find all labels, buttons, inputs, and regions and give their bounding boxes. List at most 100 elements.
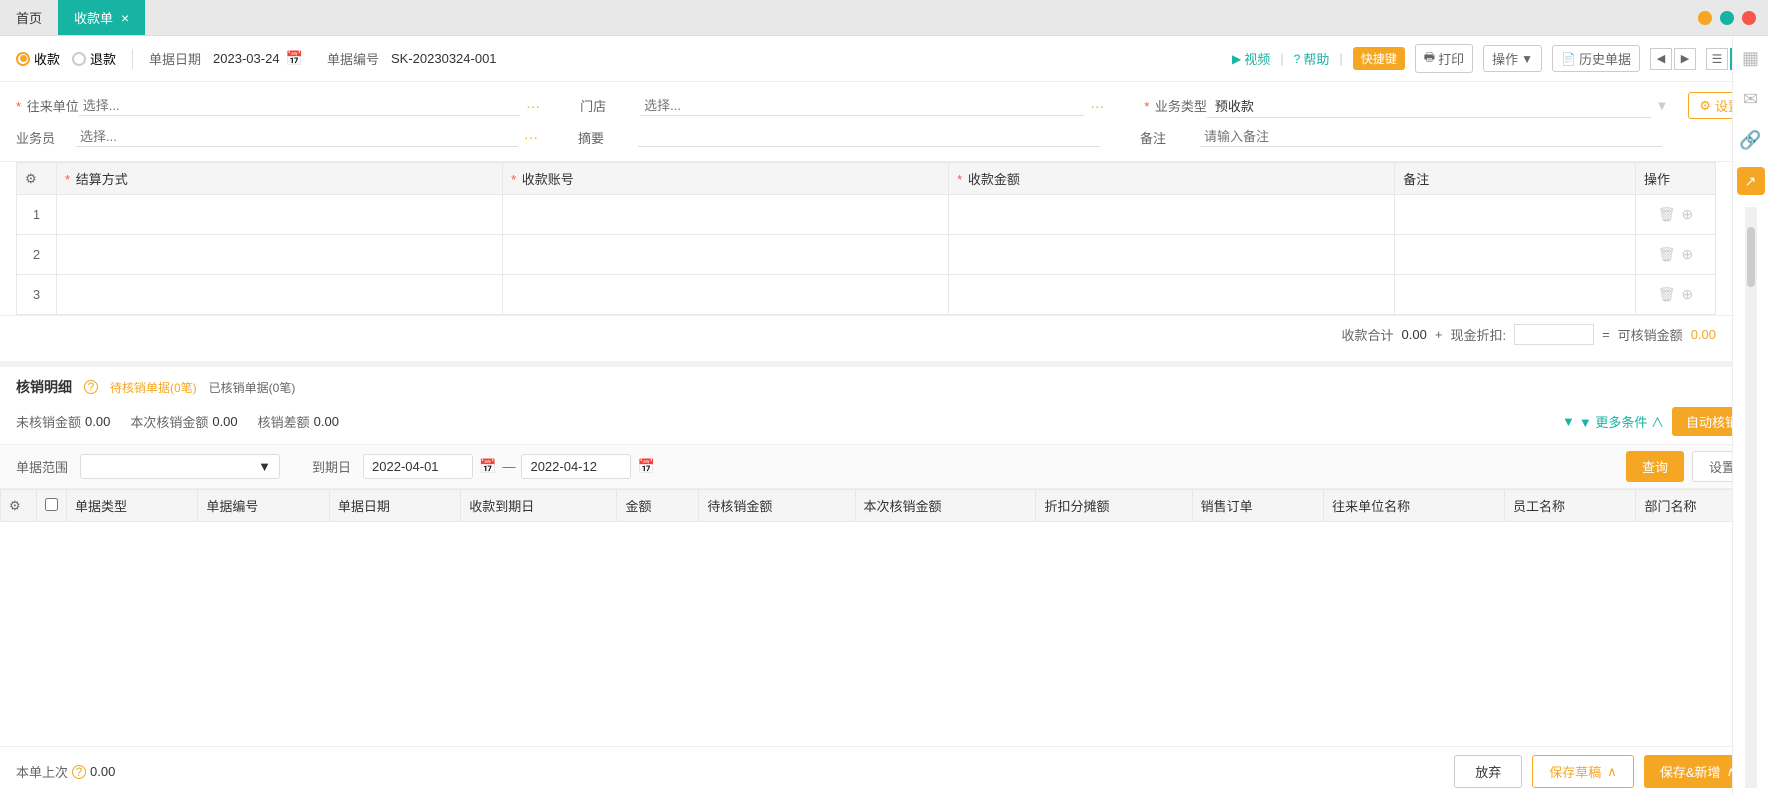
copy-icon[interactable]: ⊕ bbox=[1682, 246, 1694, 263]
screenshot-icon[interactable]: ↗ bbox=[1737, 167, 1765, 195]
query-btn[interactable]: 查询 bbox=[1626, 451, 1684, 482]
scrollbar-thumb bbox=[1747, 227, 1755, 287]
range-label: 单据范围 bbox=[16, 457, 68, 476]
abandon-btn[interactable]: 放弃 bbox=[1454, 755, 1522, 788]
nav-next[interactable]: ▶ bbox=[1674, 48, 1696, 70]
calendar-from-icon[interactable]: 📅 bbox=[479, 458, 496, 475]
calendar-to-icon[interactable]: 📅 bbox=[637, 458, 654, 475]
settlement-cell[interactable] bbox=[57, 275, 503, 315]
toolbar: 收款 退款 单据日期 2023-03-24 📅 单据编号 SK-20230324… bbox=[0, 36, 1768, 82]
receipt-table: ⚙ * 结算方式 * 收款账号 * 收款金额 备注 操作 bbox=[16, 162, 1716, 315]
current-value: 0.00 bbox=[212, 414, 237, 429]
nav-arrows: ◀ ▶ bbox=[1650, 48, 1696, 70]
done-link[interactable]: 已核销单据(0笔) bbox=[209, 379, 296, 396]
date-value: 2023-03-24 bbox=[213, 51, 280, 66]
link-icon[interactable]: 🔗 bbox=[1735, 126, 1765, 155]
account-cell[interactable] bbox=[503, 195, 949, 235]
store-ellipsis[interactable]: ··· bbox=[1090, 98, 1104, 114]
info-icon-2[interactable]: ? bbox=[72, 765, 86, 779]
gear-icon-2: ⚙ bbox=[9, 498, 21, 513]
email-icon[interactable]: ✉ bbox=[1739, 85, 1762, 114]
minimize-btn[interactable] bbox=[1698, 11, 1712, 25]
remark-cell[interactable] bbox=[1395, 195, 1636, 235]
table-row: 3 🗑 ⊕ bbox=[17, 275, 1716, 315]
th-gear[interactable]: ⚙ bbox=[17, 163, 57, 195]
chevron-down-icon-2: ▼ bbox=[258, 459, 271, 474]
copy-icon[interactable]: ⊕ bbox=[1682, 286, 1694, 303]
amount-cell[interactable] bbox=[949, 195, 1395, 235]
action-cell: 🗑 ⊕ bbox=[1636, 195, 1716, 235]
settlement-cell[interactable] bbox=[57, 235, 503, 275]
date-to-input[interactable] bbox=[521, 454, 631, 479]
account-cell[interactable] bbox=[503, 275, 949, 315]
radio-receipt-circle bbox=[16, 52, 30, 66]
date-from-input[interactable] bbox=[363, 454, 473, 479]
remark-cell[interactable] bbox=[1395, 275, 1636, 315]
shortcut-btn[interactable]: 快捷键 bbox=[1353, 47, 1405, 70]
counterpart-input[interactable] bbox=[79, 96, 520, 116]
radio-receipt[interactable]: 收款 bbox=[16, 49, 60, 68]
tab-home[interactable]: 首页 bbox=[0, 0, 58, 35]
number-field: 单据编号 SK-20230324-001 bbox=[327, 49, 497, 68]
range-select[interactable]: ▼ bbox=[80, 454, 280, 479]
maximize-btn[interactable] bbox=[1720, 11, 1734, 25]
account-cell[interactable] bbox=[503, 235, 949, 275]
filter-row: 单据范围 ▼ 到期日 📅 — 📅 查询 设置 bbox=[0, 444, 1768, 489]
bottom-th-checkbox[interactable] bbox=[37, 490, 67, 522]
pending-link[interactable]: 待核销单据(0笔) bbox=[110, 379, 197, 396]
current-stat: 本次核销金额 0.00 bbox=[130, 412, 237, 431]
history-btn[interactable]: 📄 历史单据 bbox=[1552, 45, 1640, 72]
right-sidebar: ▦ ✉ 🔗 ↗ bbox=[1732, 36, 1768, 796]
more-conditions-link[interactable]: ▼ ▼ 更多条件 ∧ bbox=[1562, 412, 1664, 431]
reconcile-stats: 未核销金额 0.00 本次核销金额 0.00 核销差额 0.00 ▼ ▼ 更多条… bbox=[0, 403, 1768, 444]
remark-cell[interactable] bbox=[1395, 235, 1636, 275]
amount-cell[interactable] bbox=[949, 275, 1395, 315]
discount-label: 现金折扣: bbox=[1450, 325, 1506, 344]
tab-receipt[interactable]: 收款单 × bbox=[58, 0, 145, 35]
delete-icon[interactable]: 🗑 bbox=[1658, 286, 1676, 303]
summary-input[interactable] bbox=[638, 127, 1100, 147]
bottom-th-due: 收款到期日 bbox=[461, 490, 617, 522]
video-link[interactable]: ▶ 视频 bbox=[1232, 49, 1270, 68]
business-type-select[interactable]: 预收款 ▼ bbox=[1207, 94, 1668, 118]
radio-receipt-label: 收款 bbox=[34, 49, 60, 68]
amount-cell[interactable] bbox=[949, 235, 1395, 275]
date-label: 单据日期 bbox=[149, 49, 201, 68]
salesperson-input[interactable] bbox=[76, 127, 518, 147]
diff-label: 核销差额 bbox=[258, 412, 310, 431]
remark-input[interactable] bbox=[1200, 127, 1662, 147]
settlement-cell[interactable] bbox=[57, 195, 503, 235]
counterpart-ellipsis[interactable]: ··· bbox=[526, 98, 540, 114]
info-value: 0.00 bbox=[90, 764, 115, 779]
help-link[interactable]: ? 帮助 bbox=[1294, 49, 1330, 68]
store-input[interactable] bbox=[640, 96, 1084, 116]
bottom-th-gear[interactable]: ⚙ bbox=[1, 490, 37, 522]
radio-refund-circle bbox=[72, 52, 86, 66]
save-draft-btn[interactable]: 保存草稿 ∧ bbox=[1532, 755, 1634, 788]
delete-icon[interactable]: 🗑 bbox=[1658, 206, 1676, 223]
toolbar-right: ▶ 视频 | ? 帮助 | 快捷键 🖶 打印 操作 ▼ 📄 历史单据 ◀ ▶ ☰… bbox=[1232, 44, 1752, 73]
business-type-field: * 业务类型 预收款 ▼ bbox=[1144, 94, 1668, 118]
scrollbar[interactable] bbox=[1745, 207, 1757, 788]
delete-icon[interactable]: 🗑 bbox=[1658, 246, 1676, 263]
nav-prev[interactable]: ◀ bbox=[1650, 48, 1672, 70]
table-icon[interactable]: ▦ bbox=[1738, 44, 1763, 73]
salesperson-ellipsis[interactable]: ··· bbox=[524, 129, 538, 145]
main-content: 收款 退款 单据日期 2023-03-24 📅 单据编号 SK-20230324… bbox=[0, 36, 1768, 796]
info-icon[interactable]: ? bbox=[84, 380, 98, 394]
copy-icon[interactable]: ⊕ bbox=[1682, 206, 1694, 223]
operate-btn[interactable]: 操作 ▼ bbox=[1483, 45, 1542, 72]
radio-refund-label: 退款 bbox=[90, 49, 116, 68]
bottom-th-unit: 往来单位名称 bbox=[1324, 490, 1505, 522]
print-btn[interactable]: 🖶 打印 bbox=[1415, 44, 1473, 73]
discount-input[interactable] bbox=[1514, 324, 1594, 345]
calendar-icon[interactable]: 📅 bbox=[286, 50, 303, 67]
tab-close-icon[interactable]: × bbox=[121, 10, 129, 26]
divider-1 bbox=[132, 49, 133, 69]
select-all-checkbox[interactable] bbox=[45, 498, 58, 511]
remark-label: 备注 bbox=[1140, 128, 1200, 147]
radio-refund[interactable]: 退款 bbox=[72, 49, 116, 68]
th-action: 操作 bbox=[1636, 163, 1716, 195]
close-btn[interactable] bbox=[1742, 11, 1756, 25]
view-list[interactable]: ☰ bbox=[1706, 48, 1728, 70]
